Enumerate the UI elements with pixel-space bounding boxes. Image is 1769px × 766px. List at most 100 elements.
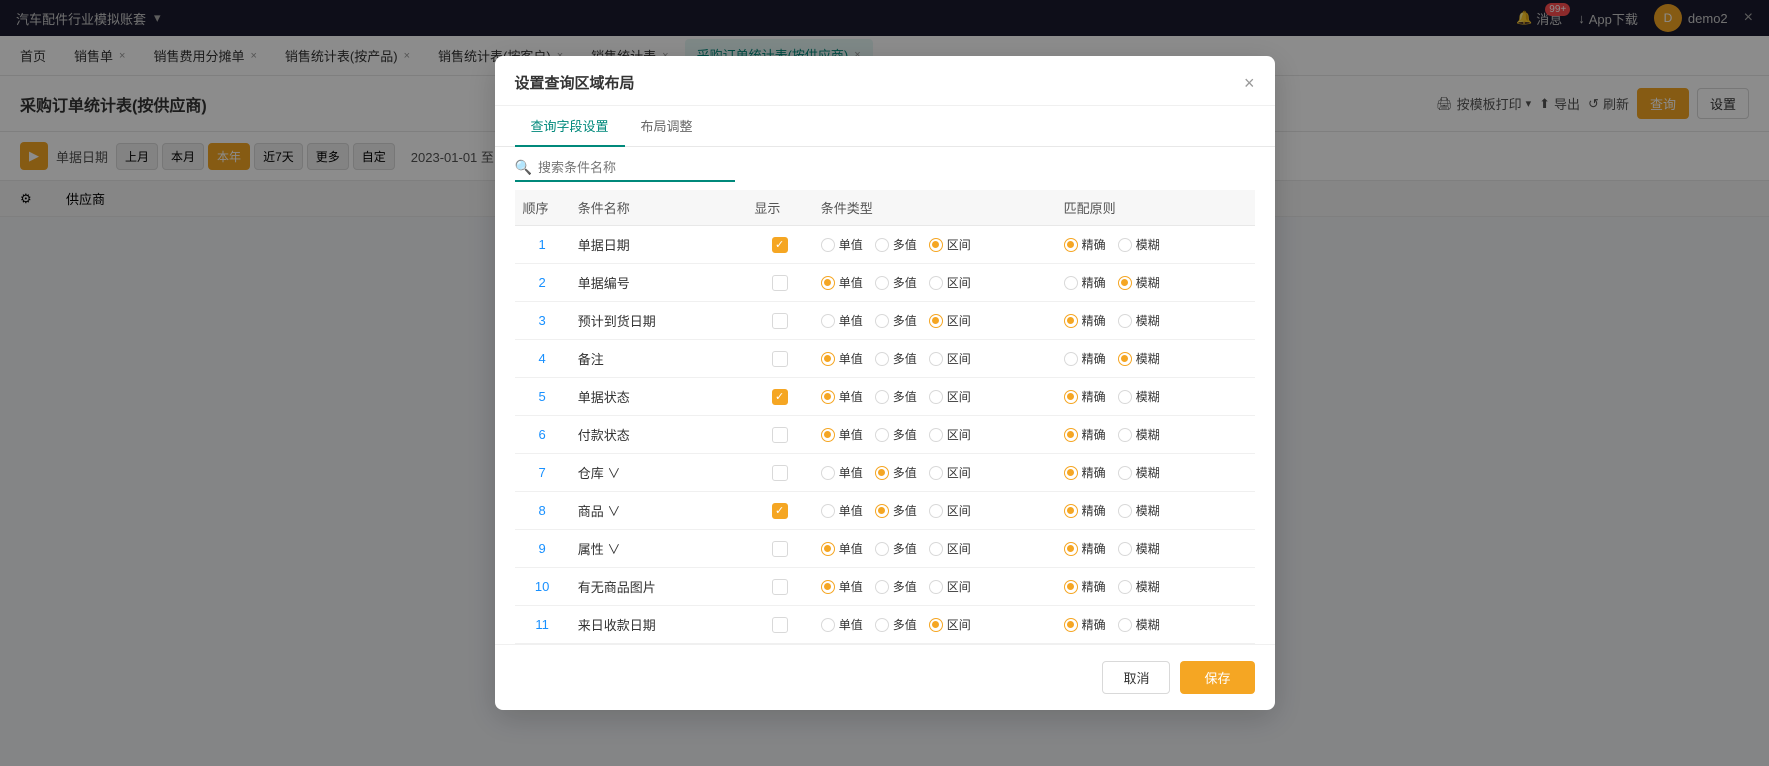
radio-dot-type-单值-9 [821, 580, 835, 594]
checkbox-display-9[interactable] [772, 579, 788, 595]
radio-type-多值-0[interactable]: 多值 [875, 236, 917, 253]
radio-type-单值-6[interactable]: 单值 [821, 464, 863, 481]
radio-type-区间-1[interactable]: 区间 [929, 274, 971, 291]
checkbox-display-2[interactable] [772, 313, 788, 329]
radio-type-多值-1[interactable]: 多值 [875, 274, 917, 291]
radio-type-区间-4[interactable]: 区间 [929, 388, 971, 405]
cell-display-1[interactable] [746, 264, 812, 302]
checkbox-display-1[interactable] [772, 275, 788, 291]
radio-type-单值-9[interactable]: 单值 [821, 578, 863, 595]
radio-type-单值-3[interactable]: 单值 [821, 350, 863, 367]
checkbox-display-8[interactable] [772, 541, 788, 557]
radio-match-模糊-8[interactable]: 模糊 [1118, 540, 1160, 557]
radio-type-单值-2[interactable]: 单值 [821, 312, 863, 329]
checkbox-display-3[interactable] [772, 351, 788, 367]
radio-type-单值-0[interactable]: 单值 [821, 236, 863, 253]
radio-type-多值-9[interactable]: 多值 [875, 578, 917, 595]
radio-type-多值-7[interactable]: 多值 [875, 502, 917, 519]
radio-dot-match-精确-7 [1064, 504, 1078, 518]
radio-type-多值-6[interactable]: 多值 [875, 464, 917, 481]
radio-type-单值-1[interactable]: 单值 [821, 274, 863, 291]
radio-match-模糊-5[interactable]: 模糊 [1118, 426, 1160, 443]
radio-type-区间-7[interactable]: 区间 [929, 502, 971, 519]
cell-display-2[interactable] [746, 302, 812, 340]
radio-match-精确-6[interactable]: 精确 [1064, 464, 1106, 481]
radio-match-精确-8[interactable]: 精确 [1064, 540, 1106, 557]
radio-type-区间-6[interactable]: 区间 [929, 464, 971, 481]
radio-match-精确-5[interactable]: 精确 [1064, 426, 1106, 443]
radio-match-模糊-3[interactable]: 模糊 [1118, 350, 1160, 367]
cancel-button[interactable]: 取消 [1102, 661, 1170, 694]
radio-match-精确-9[interactable]: 精确 [1064, 578, 1106, 595]
radio-match-精确-4[interactable]: 精确 [1064, 388, 1106, 405]
radio-match-模糊-6[interactable]: 模糊 [1118, 464, 1160, 481]
radio-type-单值-4[interactable]: 单值 [821, 388, 863, 405]
radio-type-多值-5[interactable]: 多值 [875, 426, 917, 443]
radio-match-精确-10[interactable]: 精确 [1064, 616, 1106, 633]
checkbox-display-5[interactable] [772, 427, 788, 443]
radio-match-精确-7[interactable]: 精确 [1064, 502, 1106, 519]
radio-match-精确-0[interactable]: 精确 [1064, 236, 1106, 253]
radio-match-精确-3[interactable]: 精确 [1064, 350, 1106, 367]
cell-match-7: 精确模糊 [1056, 492, 1255, 530]
radio-match-模糊-10[interactable]: 模糊 [1118, 616, 1160, 633]
radio-match-精确-1[interactable]: 精确 [1064, 274, 1106, 291]
radio-dot-match-模糊-5 [1118, 428, 1132, 442]
radio-match-精确-2[interactable]: 精确 [1064, 312, 1106, 329]
radio-dot-type-单值-7 [821, 504, 835, 518]
save-button[interactable]: 保存 [1180, 661, 1254, 694]
cell-display-5[interactable] [746, 416, 812, 454]
radio-dot-match-模糊-1 [1118, 276, 1132, 290]
radio-type-多值-2[interactable]: 多值 [875, 312, 917, 329]
table-row: 4备注单值多值区间精确模糊 [515, 340, 1255, 378]
radio-type-单值-5[interactable]: 单值 [821, 426, 863, 443]
radio-type-区间-8[interactable]: 区间 [929, 540, 971, 557]
tab-query-fields[interactable]: 查询字段设置 [515, 106, 625, 147]
dialog-search-area: 🔍 [495, 147, 1275, 190]
dialog-close-button[interactable]: × [1244, 74, 1255, 92]
th-order: 顺序 [515, 190, 570, 226]
radio-match-模糊-2[interactable]: 模糊 [1118, 312, 1160, 329]
radio-type-多值-8[interactable]: 多值 [875, 540, 917, 557]
cell-display-9[interactable] [746, 568, 812, 606]
radio-type-单值-10[interactable]: 单值 [821, 616, 863, 633]
radio-match-模糊-7[interactable]: 模糊 [1118, 502, 1160, 519]
radio-match-模糊-9[interactable]: 模糊 [1118, 578, 1160, 595]
radio-dot-type-单值-0 [821, 238, 835, 252]
radio-type-区间-5[interactable]: 区间 [929, 426, 971, 443]
radio-match-模糊-0[interactable]: 模糊 [1118, 236, 1160, 253]
radio-type-区间-9[interactable]: 区间 [929, 578, 971, 595]
cell-display-10[interactable] [746, 606, 812, 644]
checkbox-display-7[interactable] [772, 503, 788, 519]
radio-type-区间-0[interactable]: 区间 [929, 236, 971, 253]
radio-type-多值-3[interactable]: 多值 [875, 350, 917, 367]
cell-display-0[interactable] [746, 226, 812, 264]
checkbox-display-10[interactable] [772, 617, 788, 633]
dialog: 设置查询区域布局 × 查询字段设置 布局调整 🔍 顺序 条件名称 显示 [495, 56, 1275, 710]
radio-type-单值-8[interactable]: 单值 [821, 540, 863, 557]
radio-type-单值-7[interactable]: 单值 [821, 502, 863, 519]
radio-type-多值-10[interactable]: 多值 [875, 616, 917, 633]
radio-type-多值-4[interactable]: 多值 [875, 388, 917, 405]
search-input[interactable] [538, 160, 718, 175]
cell-display-6[interactable] [746, 454, 812, 492]
radio-match-模糊-1[interactable]: 模糊 [1118, 274, 1160, 291]
cell-display-8[interactable] [746, 530, 812, 568]
checkbox-display-0[interactable] [772, 237, 788, 253]
checkbox-display-6[interactable] [772, 465, 788, 481]
cell-order-6: 7 [515, 454, 570, 492]
cell-display-3[interactable] [746, 340, 812, 378]
checkbox-display-4[interactable] [772, 389, 788, 405]
radio-match-模糊-4[interactable]: 模糊 [1118, 388, 1160, 405]
cell-display-7[interactable] [746, 492, 812, 530]
cell-display-4[interactable] [746, 378, 812, 416]
radio-dot-type-单值-1 [821, 276, 835, 290]
cell-type-1: 单值多值区间 [813, 264, 1056, 302]
radio-dot-type-区间-5 [929, 428, 943, 442]
radio-type-区间-10[interactable]: 区间 [929, 616, 971, 633]
radio-type-区间-2[interactable]: 区间 [929, 312, 971, 329]
cell-order-3: 4 [515, 340, 570, 378]
tab-layout-adjust[interactable]: 布局调整 [625, 106, 709, 147]
cell-name-4: 单据状态 [570, 378, 747, 416]
radio-type-区间-3[interactable]: 区间 [929, 350, 971, 367]
